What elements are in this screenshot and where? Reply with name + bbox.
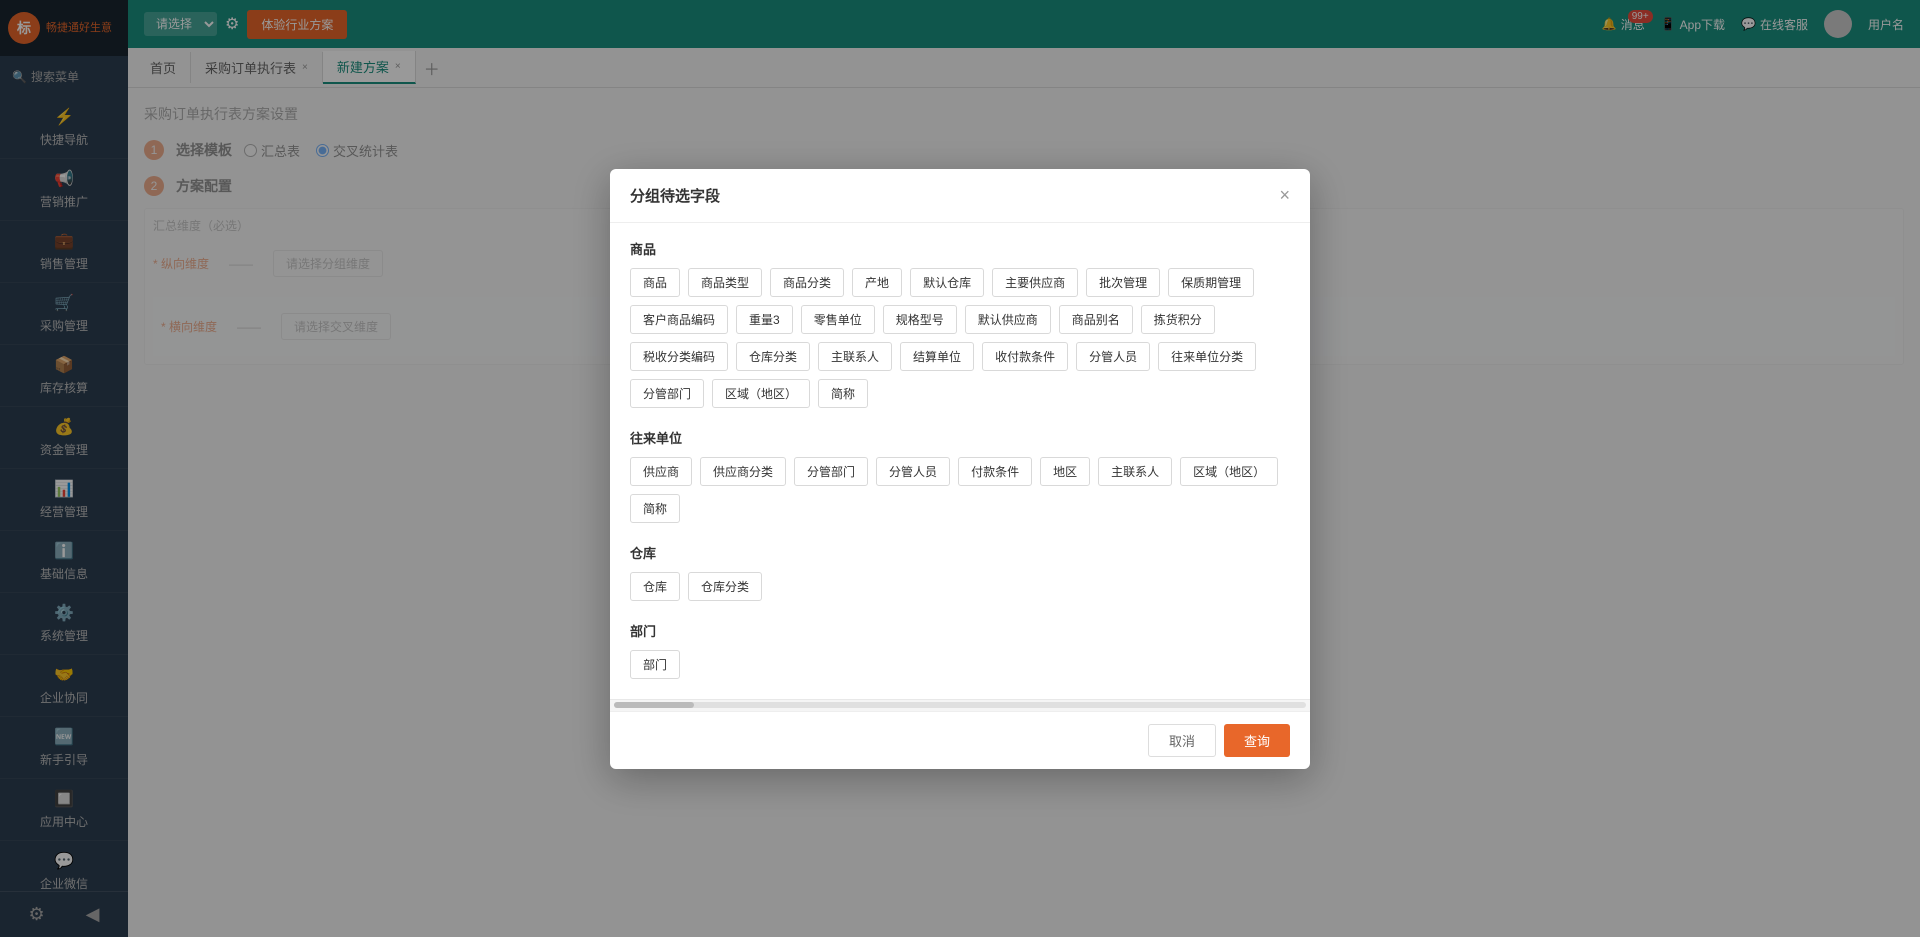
field-tags-goods: 商品商品类型商品分类产地默认仓库主要供应商批次管理保质期管理客户商品编码重量3 零… bbox=[630, 268, 1290, 408]
field-tag-goods-19[interactable]: 收付款条件 bbox=[982, 342, 1068, 371]
field-tag-goods-16[interactable]: 仓库分类 bbox=[736, 342, 810, 371]
field-tag-goods-20[interactable]: 分管人员 bbox=[1076, 342, 1150, 371]
field-tag-goods-9[interactable]: 重量3 bbox=[736, 305, 793, 334]
field-tag-partner-3[interactable]: 分管人员 bbox=[876, 457, 950, 486]
content-area: 采购订单执行表方案设置 1 选择模板 汇总表 交叉统计表 bbox=[128, 88, 1920, 937]
field-tag-warehouse-0[interactable]: 仓库 bbox=[630, 572, 680, 601]
field-tags-warehouse: 仓库仓库分类 bbox=[630, 572, 1290, 601]
field-section-title-goods: 商品 bbox=[630, 239, 1290, 258]
field-tag-goods-24[interactable]: 简称 bbox=[818, 379, 868, 408]
field-tag-goods-23[interactable]: 区域（地区） bbox=[712, 379, 810, 408]
field-tag-goods-2[interactable]: 商品分类 bbox=[770, 268, 844, 297]
field-tag-goods-0[interactable]: 商品 bbox=[630, 268, 680, 297]
field-section-goods: 商品商品商品类型商品分类产地默认仓库主要供应商批次管理保质期管理客户商品编码重量… bbox=[630, 239, 1290, 408]
field-section-title-partner: 往来单位 bbox=[630, 428, 1290, 447]
modal-overlay: 分组待选字段 × 商品商品商品类型商品分类产地默认仓库主要供应商批次管理保质期管… bbox=[128, 88, 1920, 937]
field-tag-goods-18[interactable]: 结算单位 bbox=[900, 342, 974, 371]
field-tag-goods-10[interactable]: 零售单位 bbox=[801, 305, 875, 334]
field-tag-goods-17[interactable]: 主联系人 bbox=[818, 342, 892, 371]
field-section-title-warehouse: 仓库 bbox=[630, 543, 1290, 562]
field-tag-warehouse-1[interactable]: 仓库分类 bbox=[688, 572, 762, 601]
field-section-warehouse: 仓库仓库仓库分类 bbox=[630, 543, 1290, 601]
modal-close-btn[interactable]: × bbox=[1279, 185, 1290, 206]
field-section-partner: 往来单位供应商供应商分类分管部门分管人员付款条件地区主联系人区域（地区） 简称 bbox=[630, 428, 1290, 523]
field-tags-partner: 供应商供应商分类分管部门分管人员付款条件地区主联系人区域（地区） 简称 bbox=[630, 457, 1290, 523]
modal-footer: 取消 查询 bbox=[610, 711, 1310, 769]
field-tag-goods-1[interactable]: 商品类型 bbox=[688, 268, 762, 297]
field-tag-goods-8[interactable]: 客户商品编码 bbox=[630, 305, 728, 334]
field-tag-partner-8[interactable]: 简称 bbox=[630, 494, 680, 523]
modal-hscroll bbox=[610, 699, 1310, 711]
field-tags-department: 部门 bbox=[630, 650, 1290, 679]
field-tag-partner-1[interactable]: 供应商分类 bbox=[700, 457, 786, 486]
field-tag-department-0[interactable]: 部门 bbox=[630, 650, 680, 679]
field-tag-goods-22[interactable]: 分管部门 bbox=[630, 379, 704, 408]
field-tag-partner-0[interactable]: 供应商 bbox=[630, 457, 692, 486]
hscroll-track bbox=[614, 702, 1306, 708]
field-tag-partner-5[interactable]: 地区 bbox=[1040, 457, 1090, 486]
modal-title: 分组待选字段 bbox=[630, 185, 720, 206]
field-section-title-department: 部门 bbox=[630, 621, 1290, 640]
field-tag-partner-2[interactable]: 分管部门 bbox=[794, 457, 868, 486]
field-tag-goods-4[interactable]: 默认仓库 bbox=[910, 268, 984, 297]
field-tag-goods-14[interactable]: 拣货积分 bbox=[1141, 305, 1215, 334]
field-tag-goods-3[interactable]: 产地 bbox=[852, 268, 902, 297]
modal-header: 分组待选字段 × bbox=[610, 169, 1310, 223]
confirm-button[interactable]: 查询 bbox=[1224, 724, 1290, 757]
field-tag-partner-7[interactable]: 区域（地区） bbox=[1180, 457, 1278, 486]
field-tag-goods-6[interactable]: 批次管理 bbox=[1086, 268, 1160, 297]
modal-body[interactable]: 商品商品商品类型商品分类产地默认仓库主要供应商批次管理保质期管理客户商品编码重量… bbox=[610, 223, 1310, 699]
cancel-button[interactable]: 取消 bbox=[1148, 724, 1216, 757]
main-area: 请选择 ⚙ 体验行业方案 🔔 消息 99+ 📱 App下载 💬 在线客服 bbox=[128, 0, 1920, 937]
field-tag-partner-6[interactable]: 主联系人 bbox=[1098, 457, 1172, 486]
field-tag-goods-5[interactable]: 主要供应商 bbox=[992, 268, 1078, 297]
field-tag-goods-11[interactable]: 规格型号 bbox=[883, 305, 957, 334]
field-tag-goods-13[interactable]: 商品别名 bbox=[1059, 305, 1133, 334]
field-tag-goods-12[interactable]: 默认供应商 bbox=[965, 305, 1051, 334]
field-selector-modal: 分组待选字段 × 商品商品商品类型商品分类产地默认仓库主要供应商批次管理保质期管… bbox=[610, 169, 1310, 769]
hscroll-thumb bbox=[614, 702, 694, 708]
field-section-department: 部门部门 bbox=[630, 621, 1290, 679]
field-tag-goods-21[interactable]: 往来单位分类 bbox=[1158, 342, 1256, 371]
field-tag-goods-7[interactable]: 保质期管理 bbox=[1168, 268, 1254, 297]
field-tag-goods-15[interactable]: 税收分类编码 bbox=[630, 342, 728, 371]
field-tag-partner-4[interactable]: 付款条件 bbox=[958, 457, 1032, 486]
